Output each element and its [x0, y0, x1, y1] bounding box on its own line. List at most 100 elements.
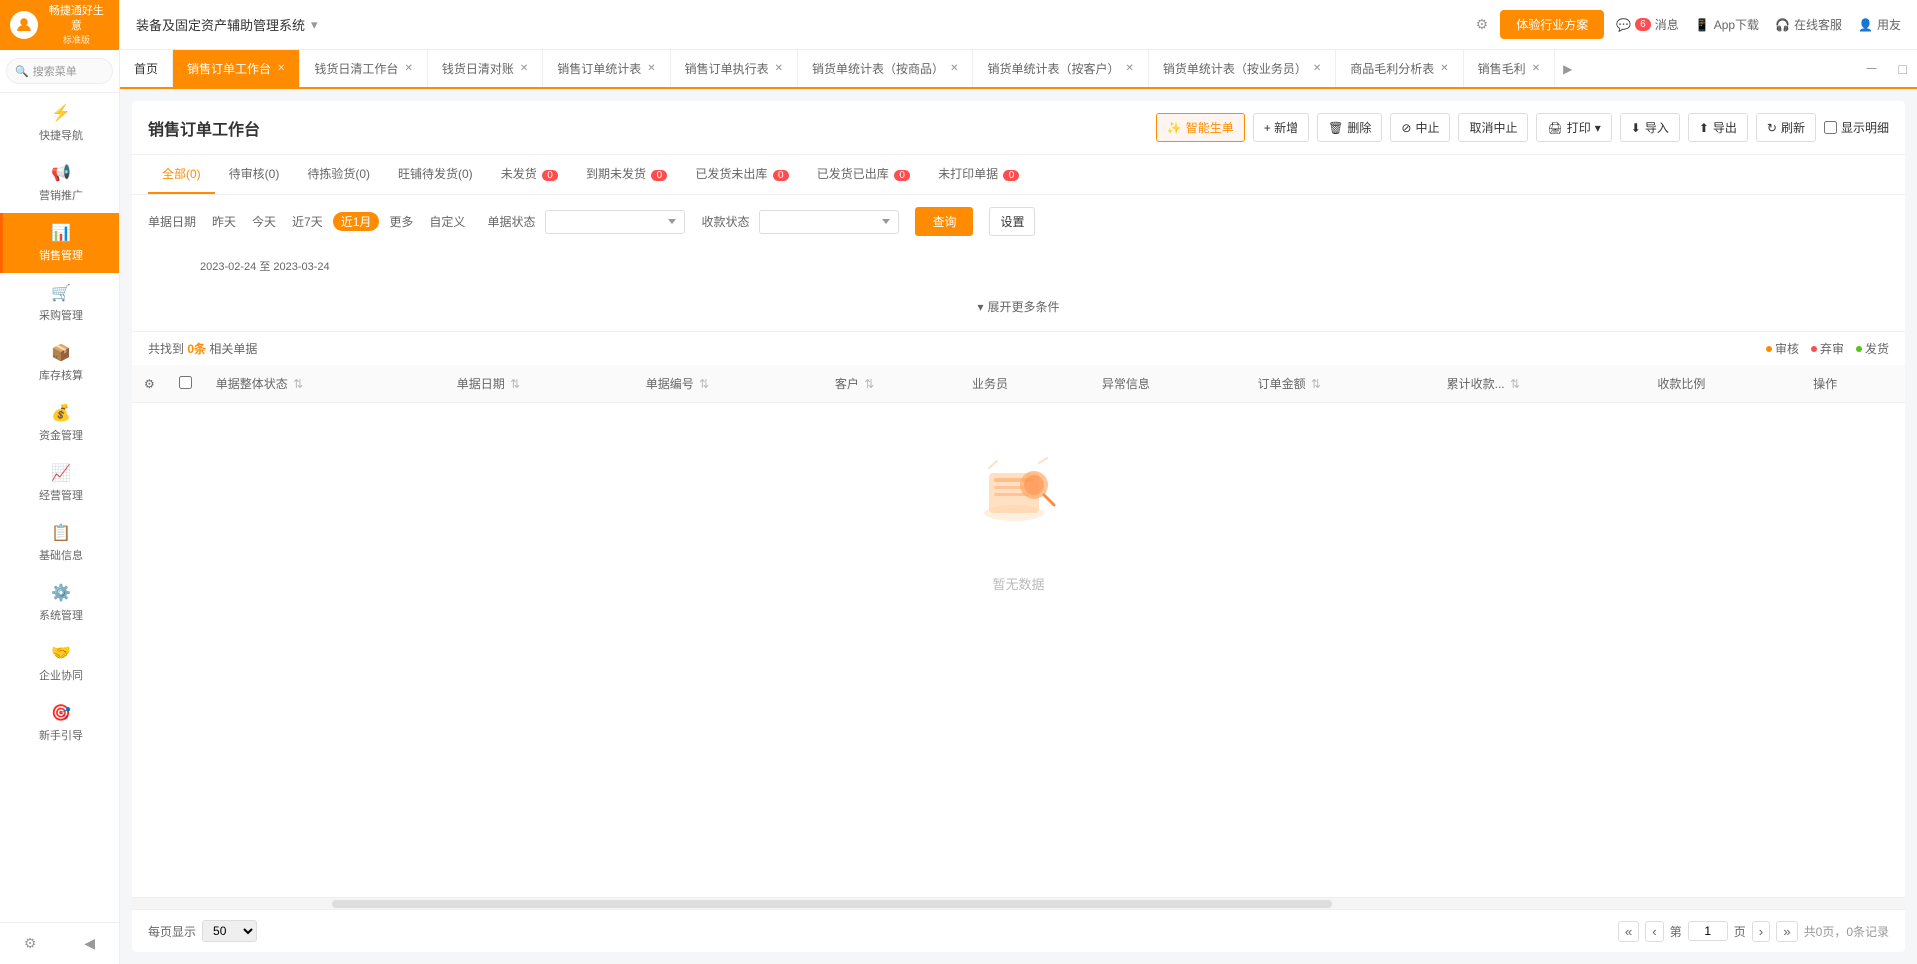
tab-close-icon[interactable]: ✕: [950, 63, 958, 74]
settings-col-header[interactable]: ⚙: [132, 365, 167, 403]
tab-close-icon[interactable]: ✕: [1313, 63, 1321, 74]
query-button[interactable]: 查询: [915, 207, 973, 236]
sidebar-item-newbie[interactable]: 🎯 新手引导: [0, 693, 119, 753]
last-page-button[interactable]: »: [1776, 921, 1797, 942]
date-option-1month[interactable]: 近1月: [333, 212, 380, 231]
prev-page-button[interactable]: ‹: [1645, 921, 1663, 942]
tab-close-icon[interactable]: ✕: [647, 63, 655, 74]
checkbox-col-header[interactable]: [167, 365, 204, 403]
solution-button[interactable]: 体验行业方案: [1500, 10, 1604, 39]
tab-maximize-button[interactable]: □: [1889, 53, 1917, 85]
filter-settings-button[interactable]: 设置: [989, 207, 1035, 236]
add-button[interactable]: + 新增: [1253, 113, 1309, 142]
page-size-select[interactable]: 10 20 50 100: [202, 920, 257, 942]
tab-minimize-button[interactable]: －: [1855, 51, 1889, 87]
sub-tab-wangpu[interactable]: 旺铺待发货(0): [384, 155, 487, 194]
message-button[interactable]: 💬 6 消息: [1616, 16, 1679, 33]
date-option-7days[interactable]: 近7天: [286, 211, 329, 232]
tab-gross-profit[interactable]: 商品毛利分析表 ✕: [1336, 50, 1463, 87]
expand-filter-button[interactable]: ▾ 展开更多条件: [969, 294, 1067, 319]
received-col-header[interactable]: 累计收款... ⇅: [1435, 365, 1646, 403]
sub-tab-pending-inspect[interactable]: 待拣验货(0): [293, 155, 384, 194]
sidebar-item-purchase[interactable]: 🛒 采购管理: [0, 273, 119, 333]
status-col-header[interactable]: 单据整体状态 ⇅: [204, 365, 445, 403]
tab-home[interactable]: 首页: [120, 50, 173, 87]
refresh-icon: ↻: [1767, 121, 1777, 135]
tab-sales-profit[interactable]: 销售毛利 ✕: [1464, 50, 1555, 87]
sub-tab-overdue[interactable]: 到期未发货 0: [572, 155, 681, 194]
tab-close-icon[interactable]: ✕: [775, 63, 783, 74]
date-option-custom[interactable]: 自定义: [423, 211, 471, 232]
tab-sales-exec[interactable]: 销售订单执行表 ✕: [671, 50, 798, 87]
tab-cash-daily[interactable]: 钱货日清工作台 ✕: [300, 50, 427, 87]
tab-cash-reconcile[interactable]: 钱货日清对账 ✕: [428, 50, 543, 87]
sidebar-collapse-button[interactable]: ◀: [80, 931, 99, 956]
tab-sales-stat[interactable]: 销售订单统计表 ✕: [543, 50, 670, 87]
delete-button[interactable]: 🗑 删除: [1317, 113, 1382, 142]
search-menu-button[interactable]: 🔍 搜索菜单: [6, 58, 113, 84]
status-filter-select[interactable]: [545, 210, 685, 234]
sidebar-item-finance[interactable]: 💰 资金管理: [0, 393, 119, 453]
cancel-suspend-button[interactable]: 取消中止: [1458, 113, 1528, 142]
tab-close-icon[interactable]: ✕: [1125, 63, 1133, 74]
sub-tab-not-printed[interactable]: 未打印单据 0: [924, 155, 1033, 194]
sidebar-item-sales[interactable]: 📊 销售管理: [0, 213, 119, 273]
sidebar-item-enterprise[interactable]: 🤝 企业协同: [0, 633, 119, 693]
receipt-filter-select[interactable]: [759, 210, 899, 234]
select-all-checkbox[interactable]: [179, 376, 192, 389]
date-option-yesterday[interactable]: 昨天: [206, 211, 242, 232]
tab-sales-stat-product[interactable]: 销货单统计表（按商品） ✕: [798, 50, 973, 87]
app-download-button[interactable]: 📱 App下载: [1695, 16, 1759, 33]
date-col-header[interactable]: 单据日期 ⇅: [445, 365, 634, 403]
tab-close-icon[interactable]: ✕: [404, 63, 412, 74]
sidebar-item-inventory[interactable]: 📦 库存核算: [0, 333, 119, 393]
customer-col-header[interactable]: 客户 ⇅: [823, 365, 960, 403]
amount-col-header[interactable]: 订单金额 ⇅: [1246, 365, 1435, 403]
ship-action[interactable]: 发货: [1856, 340, 1889, 357]
import-button[interactable]: ⬇ 导入: [1620, 113, 1680, 142]
salesperson-col-header[interactable]: 业务员: [960, 365, 1090, 403]
sub-tab-pending-review[interactable]: 待审核(0): [215, 155, 294, 194]
sidebar-item-operation[interactable]: 📈 经营管理: [0, 453, 119, 513]
sidebar-settings-button[interactable]: ⚙: [20, 931, 41, 956]
tab-close-icon[interactable]: ✕: [520, 63, 528, 74]
sidebar-item-marketing[interactable]: 📢 营销推广: [0, 153, 119, 213]
print-button[interactable]: 🖨 打印 ▾: [1536, 113, 1611, 142]
export-button[interactable]: ⬆ 导出: [1688, 113, 1748, 142]
tab-close-icon[interactable]: ✕: [1532, 63, 1540, 74]
system-dropdown-icon[interactable]: ▾: [311, 17, 318, 33]
delete-label: 删除: [1347, 119, 1371, 136]
horizontal-scrollbar[interactable]: [132, 897, 1905, 909]
suspend-button[interactable]: ⊘ 中止: [1390, 113, 1450, 142]
show-detail-checkbox[interactable]: [1824, 121, 1837, 134]
next-page-button[interactable]: ›: [1752, 921, 1770, 942]
user-menu-button[interactable]: 👤 用友: [1858, 16, 1901, 33]
tab-sales-stat-staff[interactable]: 销货单统计表（按业务员） ✕: [1149, 50, 1336, 87]
ai-generate-button[interactable]: ✨ 智能生单: [1156, 113, 1245, 142]
tab-sales-stat-customer[interactable]: 销货单统计表（按客户） ✕: [973, 50, 1148, 87]
tab-close-icon[interactable]: ✕: [277, 63, 285, 74]
sub-tab-shipped-not-out[interactable]: 已发货未出库 0: [681, 155, 802, 194]
scrollbar-thumb[interactable]: [332, 900, 1332, 908]
page-number-input[interactable]: [1688, 921, 1728, 941]
date-option-more[interactable]: 更多: [383, 211, 419, 232]
tab-sales-workbench[interactable]: 销售订单工作台 ✕: [173, 50, 300, 87]
sub-tab-all[interactable]: 全部(0): [148, 155, 215, 194]
tab-close-icon[interactable]: ✕: [1440, 63, 1448, 74]
first-page-button[interactable]: «: [1618, 921, 1639, 942]
sub-tab-not-shipped[interactable]: 未发货 0: [487, 155, 572, 194]
number-col-header[interactable]: 单据编号 ⇅: [634, 365, 823, 403]
topbar-gear-icon[interactable]: ⚙: [1476, 16, 1489, 33]
online-service-button[interactable]: 🎧 在线客服: [1775, 16, 1842, 33]
cancel-review-action[interactable]: 弃审: [1811, 340, 1844, 357]
review-action[interactable]: 审核: [1766, 340, 1799, 357]
tab-more-button[interactable]: ▶: [1555, 52, 1580, 86]
sidebar-item-basic[interactable]: 📋 基础信息: [0, 513, 119, 573]
sub-tab-shipped-out[interactable]: 已发货已出库 0: [803, 155, 924, 194]
chevron-down-icon: ▾: [977, 300, 983, 314]
show-detail-checkbox-area[interactable]: 显示明细: [1824, 119, 1889, 136]
date-option-today[interactable]: 今天: [246, 211, 282, 232]
refresh-button[interactable]: ↻ 刷新: [1756, 113, 1816, 142]
sidebar-item-quick-nav[interactable]: ⚡ 快捷导航: [0, 93, 119, 153]
sidebar-item-system[interactable]: ⚙️ 系统管理: [0, 573, 119, 633]
